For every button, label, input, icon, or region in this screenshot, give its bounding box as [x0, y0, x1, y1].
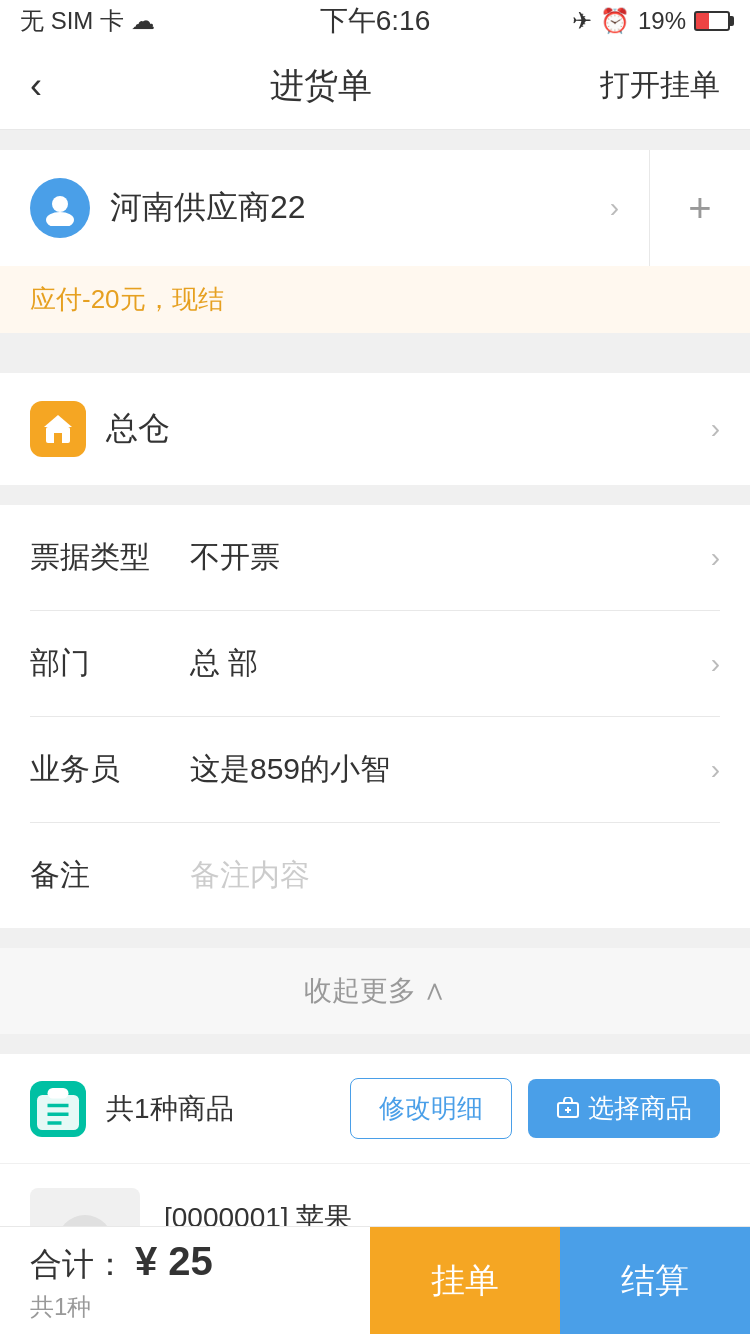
sim-status: 无 SIM 卡 ☁ — [20, 5, 155, 37]
warehouse-icon — [30, 401, 86, 457]
alarm-icon: ⏰ — [600, 7, 630, 35]
invoice-label: 票据类型 — [30, 537, 190, 578]
supplier-info-banner: 应付-20元，现结 — [0, 266, 750, 333]
svg-rect-6 — [48, 1088, 69, 1099]
back-button[interactable]: ‹ — [30, 65, 42, 107]
battery-text: 19% — [638, 7, 686, 35]
supplier-chevron: › — [610, 192, 619, 224]
svg-marker-3 — [44, 415, 72, 427]
svg-point-0 — [52, 196, 68, 212]
collapse-toggle[interactable]: 收起更多 ∧ — [0, 948, 750, 1034]
salesman-label: 业务员 — [30, 749, 190, 790]
open-pending-button[interactable]: 打开挂单 — [600, 65, 720, 106]
order-total: 合计： ¥ 25 共1种 — [0, 1239, 370, 1323]
salesman-row[interactable]: 业务员 这是859的小智 › — [0, 717, 750, 822]
battery-icon — [694, 11, 730, 31]
svg-point-1 — [46, 212, 74, 226]
remark-label: 备注 — [30, 855, 190, 896]
salesman-value: 这是859的小智 — [190, 749, 711, 790]
status-right: ✈ ⏰ 19% — [572, 7, 730, 35]
salesman-chevron: › — [711, 754, 720, 786]
products-count: 共1种商品 — [106, 1090, 350, 1128]
select-product-label: 选择商品 — [588, 1091, 692, 1126]
pending-button[interactable]: 挂单 — [370, 1227, 560, 1335]
supplier-avatar — [30, 178, 90, 238]
department-value: 总 部 — [190, 643, 711, 684]
select-product-button[interactable]: 选择商品 — [528, 1079, 720, 1138]
remark-row[interactable]: 备注 备注内容 — [0, 823, 750, 928]
department-row[interactable]: 部门 总 部 › — [0, 611, 750, 716]
invoice-value: 不开票 — [190, 537, 711, 578]
edit-detail-button[interactable]: 修改明细 — [350, 1078, 512, 1139]
warehouse-selector[interactable]: 总仓 › — [0, 373, 750, 485]
total-label: 合计： — [30, 1246, 126, 1282]
invoice-row[interactable]: 票据类型 不开票 › — [0, 505, 750, 610]
cart-icon — [556, 1097, 580, 1121]
remark-input[interactable]: 备注内容 — [190, 855, 720, 896]
status-time: 下午6:16 — [320, 2, 431, 40]
total-amount-row: 合计： ¥ 25 — [30, 1239, 340, 1287]
form-section: 票据类型 不开票 › 部门 总 部 › 业务员 这是859的小智 › 备注 备注… — [0, 505, 750, 928]
location-icon: ✈ — [572, 7, 592, 35]
supplier-name: 河南供应商22 — [110, 186, 610, 230]
warehouse-name: 总仓 — [106, 407, 711, 451]
nav-bar: ‹ 进货单 打开挂单 — [0, 42, 750, 130]
products-header: 共1种商品 修改明细 选择商品 — [0, 1054, 750, 1163]
svg-rect-4 — [54, 433, 62, 443]
invoice-chevron: › — [711, 542, 720, 574]
status-bar: 无 SIM 卡 ☁ 下午6:16 ✈ ⏰ 19% — [0, 0, 750, 42]
status-left: 无 SIM 卡 ☁ — [20, 5, 155, 37]
department-label: 部门 — [30, 643, 190, 684]
supplier-selector[interactable]: 河南供应商22 › — [0, 150, 650, 266]
bottom-bar: 合计： ¥ 25 共1种 挂单 结算 — [0, 1226, 750, 1334]
total-count: 共1种 — [30, 1291, 340, 1323]
divider-1 — [0, 333, 750, 353]
top-divider — [0, 130, 750, 150]
checkout-button[interactable]: 结算 — [560, 1227, 750, 1335]
department-chevron: › — [711, 648, 720, 680]
supplier-section: 河南供应商22 › + — [0, 150, 750, 266]
total-value: ¥ 25 — [135, 1239, 213, 1283]
warehouse-chevron: › — [711, 413, 720, 445]
add-supplier-button[interactable]: + — [650, 150, 750, 266]
products-icon — [30, 1081, 86, 1137]
page-title: 进货单 — [270, 63, 372, 109]
